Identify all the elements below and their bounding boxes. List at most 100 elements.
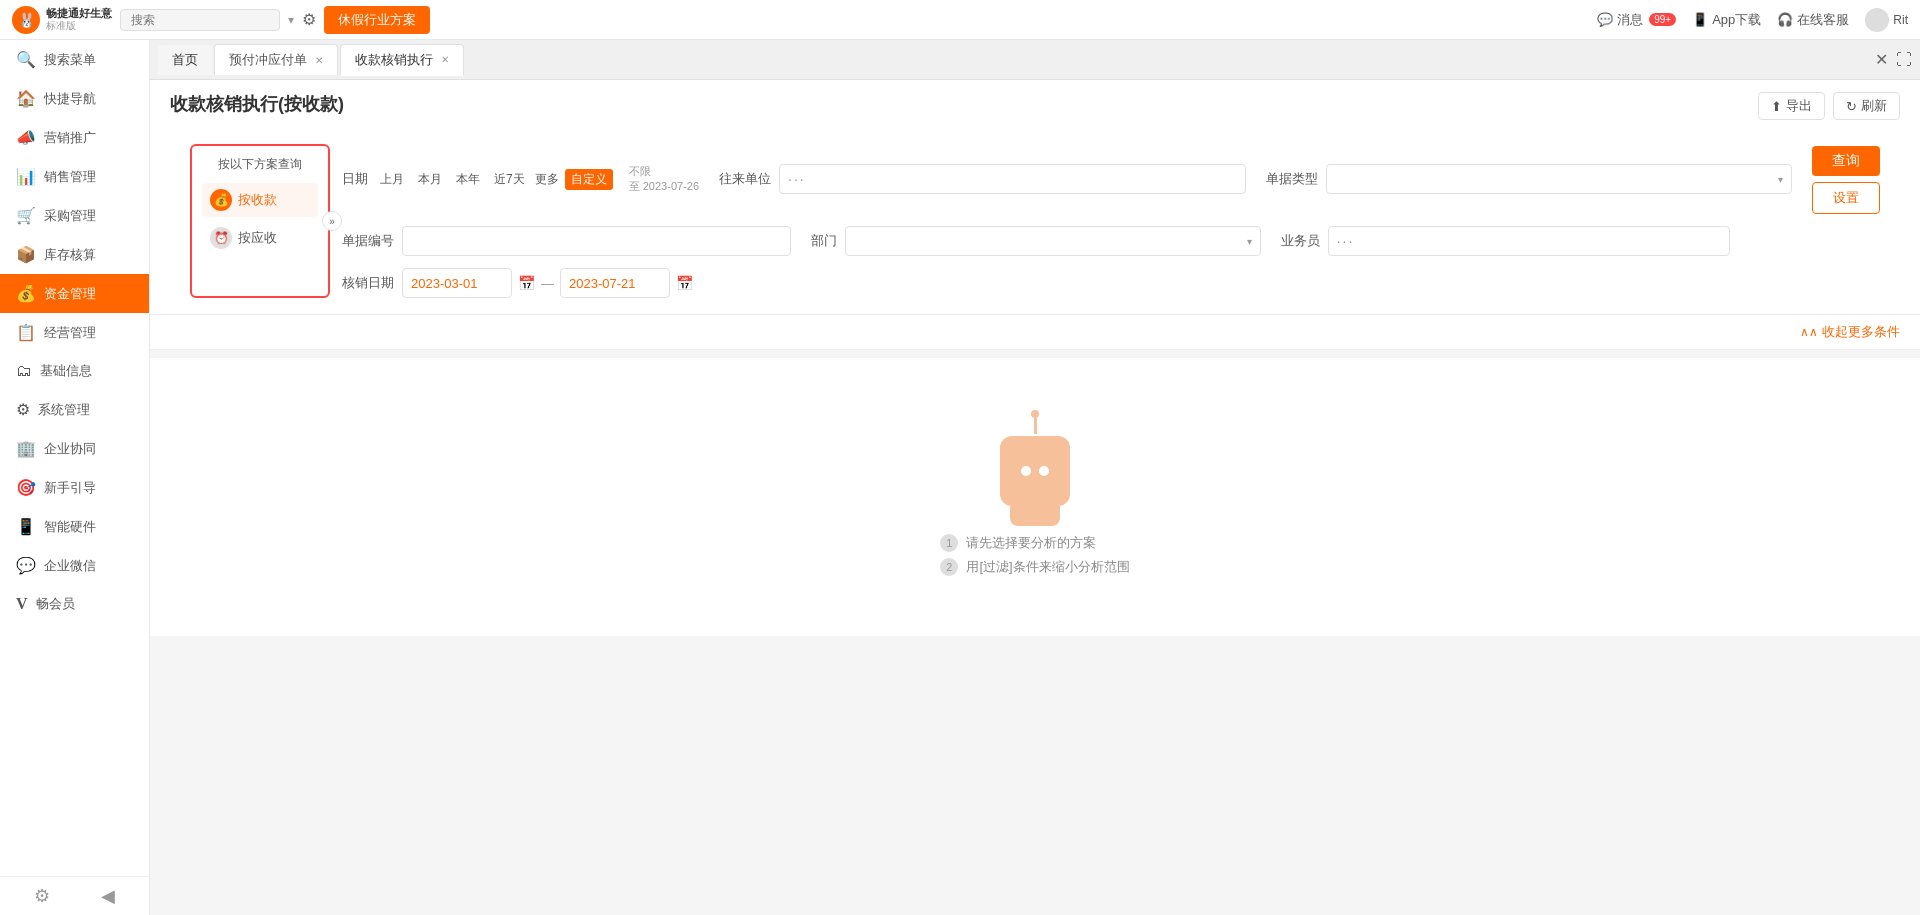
quick-date-lastmonth[interactable]: 上月	[376, 169, 408, 190]
sidebar-settings-icon[interactable]: ⚙	[34, 885, 50, 907]
tab-close-all-button[interactable]: ✕	[1875, 50, 1888, 69]
settings-button[interactable]: 设置	[1812, 182, 1880, 214]
tab-close-collection[interactable]: ✕	[441, 54, 449, 65]
voucher-no-input[interactable]	[402, 226, 791, 256]
content-area: 首页 预付冲应付单 ✕ 收款核销执行 ✕ ✕ ⛶ 收款核销执行(按收款)	[150, 40, 1920, 915]
robot-antenna	[1034, 418, 1037, 434]
robot-face	[1017, 466, 1053, 476]
tab-close-prepay[interactable]: ✕	[315, 55, 323, 66]
sidebar-item-quick-nav[interactable]: 🏠 快捷导航	[0, 79, 149, 118]
dept-select[interactable]: ▾	[845, 226, 1260, 256]
empty-hint-1: 1 请先选择要分析的方案	[940, 534, 1129, 552]
sidebar-item-member[interactable]: V 畅会员	[0, 585, 149, 623]
filter-panel-collapse[interactable]: »	[322, 211, 342, 231]
custom-badge[interactable]: 自定义	[565, 169, 613, 190]
message-item[interactable]: 💬 消息 99+	[1597, 11, 1676, 29]
counterpart-select[interactable]: ···	[779, 164, 1246, 194]
sidebar-label-inventory: 库存核算	[44, 246, 96, 264]
calendar-end-icon[interactable]: 📅	[676, 275, 693, 291]
voucher-type-select[interactable]: ▾	[1326, 164, 1793, 194]
solution-button[interactable]: 休假行业方案	[324, 6, 430, 34]
online-service-item[interactable]: 🎧 在线客服	[1777, 11, 1849, 29]
filter-option-collection-label: 按收款	[238, 191, 277, 209]
sidebar-label-hardware: 智能硬件	[44, 518, 96, 536]
empty-illustration	[985, 418, 1085, 518]
date-no-limit: 不限	[629, 164, 699, 179]
query-button[interactable]: 查询	[1812, 146, 1880, 176]
sidebar-item-marketing[interactable]: 📣 营销推广	[0, 118, 149, 157]
member-icon: V	[16, 595, 28, 613]
quick-date-thismonth[interactable]: 本月	[414, 169, 446, 190]
sidebar-item-enterprise[interactable]: 🏢 企业协同	[0, 429, 149, 468]
sidebar-item-operation[interactable]: 📋 经营管理	[0, 313, 149, 352]
date-range-info: 不限 至 2023-07-26	[629, 164, 699, 194]
quick-date-more[interactable]: 更多	[535, 171, 559, 188]
tab-prepay[interactable]: 预付冲应付单 ✕	[214, 44, 338, 75]
export-button[interactable]: ⬆ 导出	[1758, 92, 1825, 120]
page-header: 收款核销执行(按收款) ⬆ 导出 ↻ 刷新 按以下方案查询	[150, 80, 1920, 315]
receivable-option-icon: ⏰	[210, 227, 232, 249]
refresh-icon: ↻	[1846, 99, 1857, 114]
tab-home[interactable]: 首页	[158, 45, 212, 75]
sidebar-item-guide[interactable]: 🎯 新手引导	[0, 468, 149, 507]
brand-name: 畅捷通好生意	[46, 7, 112, 20]
collapse-more-bar[interactable]: ∧∧ 收起更多条件	[150, 315, 1920, 350]
staff-select[interactable]: ···	[1328, 226, 1730, 256]
sidebar-item-sales[interactable]: 📊 销售管理	[0, 157, 149, 196]
tab-collection[interactable]: 收款核销执行 ✕	[340, 44, 464, 76]
collection-option-icon: 💰	[210, 189, 232, 211]
sidebar-item-finance[interactable]: 💰 资金管理	[0, 274, 149, 313]
sidebar-item-hardware[interactable]: 📱 智能硬件	[0, 507, 149, 546]
empty-hint-2: 2 用[过滤]条件来缩小分析范围	[940, 558, 1129, 576]
empty-state: 1 请先选择要分析的方案 2 用[过滤]条件来缩小分析范围	[150, 358, 1920, 636]
chart-icon: 📊	[16, 167, 36, 186]
filter-counterpart-item: 往来单位 ···	[719, 164, 1246, 194]
sidebar-item-purchase[interactable]: 🛒 采购管理	[0, 196, 149, 235]
wechat-icon: 💬	[16, 556, 36, 575]
counterpart-dots: ···	[788, 171, 806, 187]
headset-icon: 🎧	[1777, 12, 1793, 27]
top-bar-right: 💬 消息 99+ 📱 App下载 🎧 在线客服 Rit	[1597, 8, 1908, 32]
filter-option-receivable-label: 按应收	[238, 229, 277, 247]
sidebar-label-member: 畅会员	[36, 595, 75, 613]
sidebar-item-inventory[interactable]: 📦 库存核算	[0, 235, 149, 274]
user-info[interactable]: Rit	[1865, 8, 1908, 32]
sidebar-item-wechat[interactable]: 💬 企业微信	[0, 546, 149, 585]
app-download-label: App下载	[1712, 11, 1761, 29]
sidebar-item-basic[interactable]: 🗂 基础信息	[0, 352, 149, 390]
filter-option-by-receivable[interactable]: ⏰ 按应收	[202, 221, 318, 255]
message-label: 消息	[1617, 11, 1643, 29]
message-icon: 💬	[1597, 12, 1613, 27]
voucher-no-label: 单据编号	[342, 232, 394, 250]
gear-icon[interactable]: ⚙	[302, 10, 316, 29]
sidebar: 🔍 搜索菜单 🏠 快捷导航 📣 营销推广 📊 销售管理 🛒 采购管理 📦 库存核…	[0, 40, 150, 915]
quick-date-thisyear[interactable]: 本年	[452, 169, 484, 190]
chevron-down-icon[interactable]: ▾	[288, 13, 294, 27]
tab-home-label: 首页	[172, 51, 198, 69]
app-download-item[interactable]: 📱 App下载	[1692, 11, 1761, 29]
filter-panel-title: 按以下方案查询	[202, 156, 318, 173]
sidebar-item-system[interactable]: ⚙ 系统管理	[0, 390, 149, 429]
sidebar-item-search-menu[interactable]: 🔍 搜索菜单	[0, 40, 149, 79]
staff-dots: ···	[1337, 233, 1355, 249]
writeoff-end-input[interactable]	[560, 268, 670, 298]
filter-row-2: 单据编号 部门 ▾ 业务员	[342, 226, 1880, 256]
cart-icon: 🛒	[16, 206, 36, 225]
sidebar-label-marketing: 营销推广	[44, 129, 96, 147]
tab-fullscreen-button[interactable]: ⛶	[1896, 50, 1912, 69]
voucher-type-label: 单据类型	[1266, 170, 1318, 188]
writeoff-start-input[interactable]	[402, 268, 512, 298]
writeoff-date-label: 核销日期	[342, 274, 394, 292]
staff-label: 业务员	[1281, 232, 1320, 250]
page-title: 收款核销执行(按收款)	[170, 92, 1900, 116]
filter-option-by-collection[interactable]: 💰 按收款	[202, 183, 318, 217]
hint-text-1: 请先选择要分析的方案	[966, 534, 1096, 552]
refresh-button[interactable]: ↻ 刷新	[1833, 92, 1900, 120]
quick-date-7days[interactable]: 近7天	[490, 169, 529, 190]
top-bar: 🐰 畅捷通好生意 标准版 ▾ ⚙ 休假行业方案 💬 消息 99+ 📱 App下载…	[0, 0, 1920, 40]
sidebar-collapse-icon[interactable]: ◀	[101, 885, 115, 907]
money-icon: 💰	[16, 284, 36, 303]
app-icon: 📱	[1692, 12, 1708, 27]
calendar-start-icon[interactable]: 📅	[518, 275, 535, 291]
search-input[interactable]	[120, 9, 280, 31]
